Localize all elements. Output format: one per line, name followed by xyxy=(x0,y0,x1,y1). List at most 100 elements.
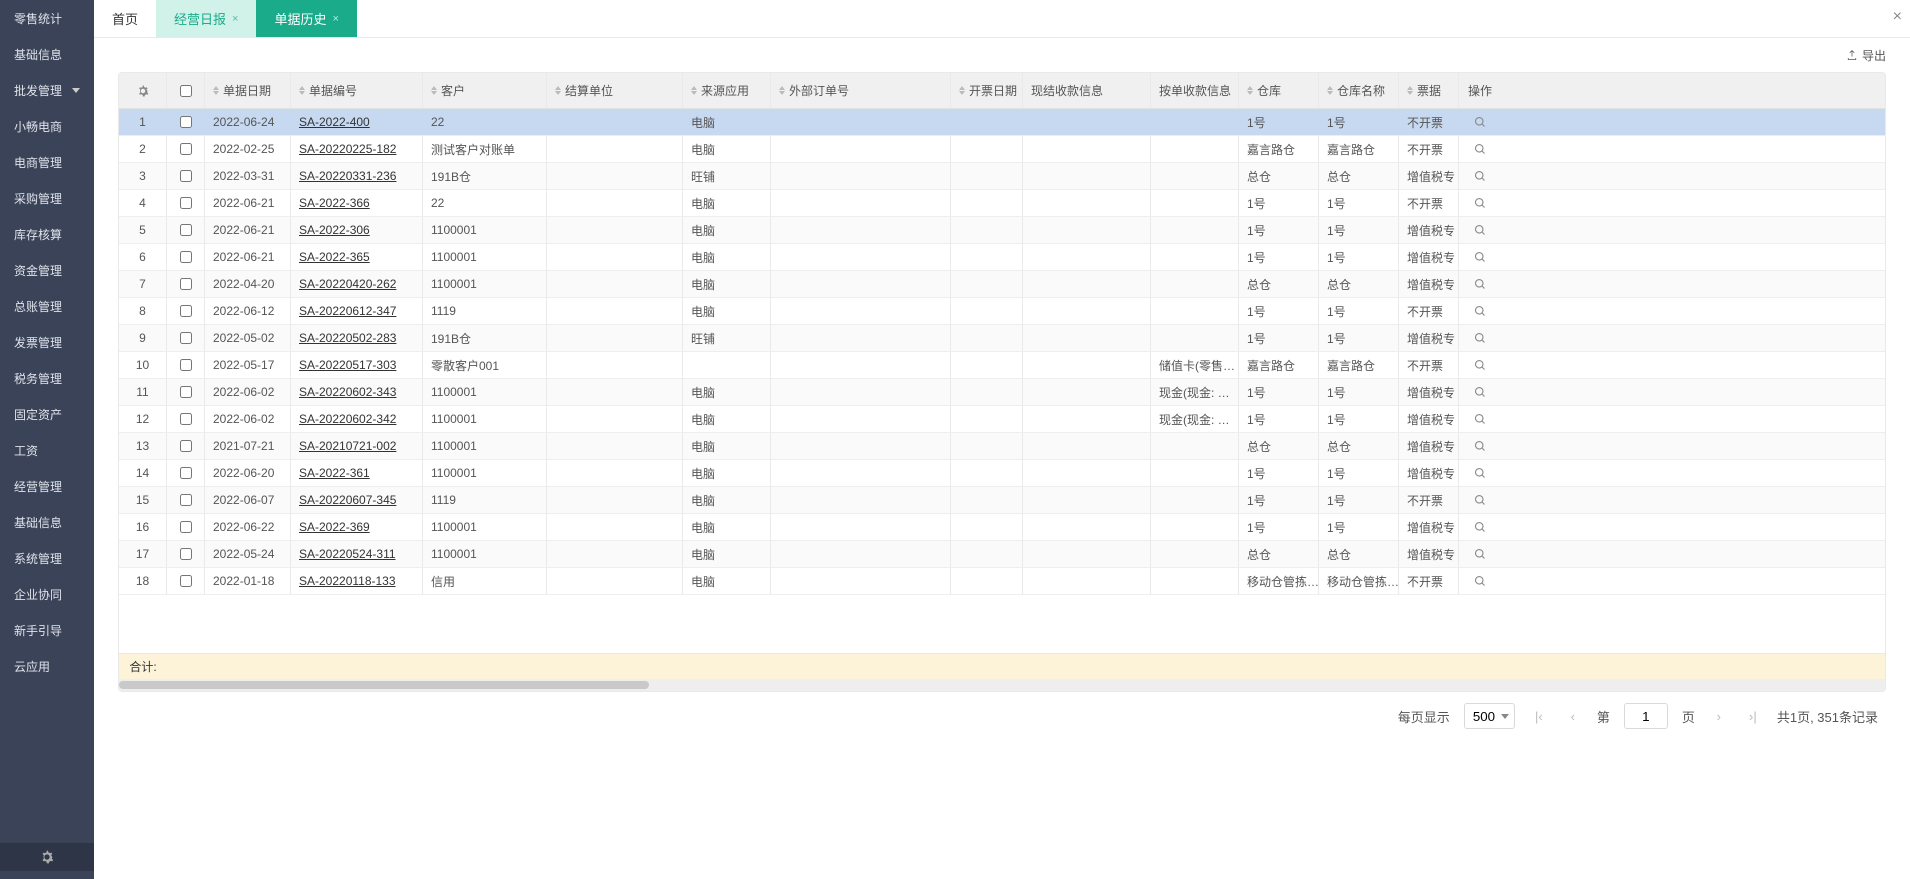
col-invoice[interactable]: 票据 xyxy=(1399,73,1459,108)
sidebar-item[interactable]: 工资 xyxy=(0,432,94,468)
row-checkbox-cell[interactable] xyxy=(167,325,205,351)
document-link[interactable]: SA-20210721-002 xyxy=(299,439,396,453)
row-checkbox[interactable] xyxy=(180,251,192,263)
row-checkbox-cell[interactable] xyxy=(167,487,205,513)
table-row[interactable]: 62022-06-21SA-2022-3651100001电脑1号1号增值税专 xyxy=(119,244,1885,271)
row-checkbox[interactable] xyxy=(180,143,192,155)
row-checkbox-cell[interactable] xyxy=(167,109,205,135)
document-link[interactable]: SA-2022-361 xyxy=(299,466,370,480)
row-action[interactable] xyxy=(1459,298,1501,324)
table-row[interactable]: 32022-03-31SA-20220331-236191B仓旺铺总仓总仓增值税… xyxy=(119,163,1885,190)
document-link[interactable]: SA-20220602-343 xyxy=(299,385,396,399)
document-link[interactable]: SA-2022-400 xyxy=(299,115,370,129)
first-page-button[interactable]: |‹ xyxy=(1529,706,1549,726)
row-checkbox[interactable] xyxy=(180,278,192,290)
row-action[interactable] xyxy=(1459,541,1501,567)
table-row[interactable]: 152022-06-07SA-20220607-3451119电脑1号1号不开票 xyxy=(119,487,1885,514)
settings-column-header[interactable] xyxy=(119,73,167,108)
row-checkbox[interactable] xyxy=(180,224,192,236)
sidebar-item[interactable]: 批发管理 xyxy=(0,72,94,108)
row-action[interactable] xyxy=(1459,379,1501,405)
sidebar-item[interactable]: 资金管理 xyxy=(0,252,94,288)
prev-page-button[interactable]: ‹ xyxy=(1563,706,1583,726)
table-row[interactable]: 172022-05-24SA-20220524-3111100001电脑总仓总仓… xyxy=(119,541,1885,568)
col-external-order[interactable]: 外部订单号 xyxy=(771,73,951,108)
col-document-number[interactable]: 单据编号 xyxy=(291,73,423,108)
sidebar-item[interactable]: 电商管理 xyxy=(0,144,94,180)
sidebar-item[interactable]: 新手引导 xyxy=(0,612,94,648)
table-row[interactable]: 22022-02-25SA-20220225-182测试客户对账单电脑嘉言路仓嘉… xyxy=(119,136,1885,163)
row-checkbox-cell[interactable] xyxy=(167,433,205,459)
row-checkbox-cell[interactable] xyxy=(167,379,205,405)
sidebar-settings[interactable] xyxy=(0,843,94,871)
row-checkbox-cell[interactable] xyxy=(167,244,205,270)
row-checkbox[interactable] xyxy=(180,413,192,425)
row-action[interactable] xyxy=(1459,136,1501,162)
row-action[interactable] xyxy=(1459,163,1501,189)
table-row[interactable]: 142022-06-20SA-2022-3611100001电脑1号1号增值税专 xyxy=(119,460,1885,487)
row-action[interactable] xyxy=(1459,325,1501,351)
document-link[interactable]: SA-2022-369 xyxy=(299,520,370,534)
row-checkbox-cell[interactable] xyxy=(167,298,205,324)
sidebar-item[interactable]: 采购管理 xyxy=(0,180,94,216)
document-link[interactable]: SA-20220502-283 xyxy=(299,331,396,345)
row-checkbox-cell[interactable] xyxy=(167,217,205,243)
row-checkbox[interactable] xyxy=(180,386,192,398)
row-checkbox[interactable] xyxy=(180,332,192,344)
col-by-order-info[interactable]: 按单收款信息 xyxy=(1151,73,1239,108)
document-link[interactable]: SA-20220612-347 xyxy=(299,304,396,318)
table-row[interactable]: 182022-01-18SA-20220118-133信用电脑移动仓管拣…移动仓… xyxy=(119,568,1885,595)
table-row[interactable]: 52022-06-21SA-2022-3061100001电脑1号1号增值税专 xyxy=(119,217,1885,244)
tab-document-history[interactable]: 单据历史 × xyxy=(256,0,356,37)
document-link[interactable]: SA-20220420-262 xyxy=(299,277,396,291)
row-action[interactable] xyxy=(1459,271,1501,297)
col-warehouse-name[interactable]: 仓库名称 xyxy=(1319,73,1399,108)
row-checkbox[interactable] xyxy=(180,116,192,128)
col-document-date[interactable]: 单据日期 xyxy=(205,73,291,108)
row-checkbox[interactable] xyxy=(180,197,192,209)
row-checkbox-cell[interactable] xyxy=(167,352,205,378)
table-row[interactable]: 112022-06-02SA-20220602-3431100001电脑现金(现… xyxy=(119,379,1885,406)
table-row[interactable]: 72022-04-20SA-20220420-2621100001电脑总仓总仓增… xyxy=(119,271,1885,298)
sidebar-item[interactable]: 系统管理 xyxy=(0,540,94,576)
sidebar-item[interactable]: 小畅电商 xyxy=(0,108,94,144)
col-warehouse[interactable]: 仓库 xyxy=(1239,73,1319,108)
page-size-select-wrap[interactable]: 500 xyxy=(1464,703,1515,729)
document-link[interactable]: SA-20220607-345 xyxy=(299,493,396,507)
tab-home[interactable]: 首页 xyxy=(94,0,156,37)
sidebar-item[interactable]: 税务管理 xyxy=(0,360,94,396)
row-checkbox[interactable] xyxy=(180,521,192,533)
document-link[interactable]: SA-20220118-133 xyxy=(299,574,396,588)
table-row[interactable]: 92022-05-02SA-20220502-283191B仓旺铺1号1号增值税… xyxy=(119,325,1885,352)
col-billing-date[interactable]: 开票日期 xyxy=(951,73,1023,108)
page-input[interactable] xyxy=(1624,703,1668,729)
document-link[interactable]: SA-20220331-236 xyxy=(299,169,396,183)
export-button[interactable]: 导出 xyxy=(1846,47,1886,64)
sidebar-item[interactable]: 企业协同 xyxy=(0,576,94,612)
row-checkbox-cell[interactable] xyxy=(167,406,205,432)
row-action[interactable] xyxy=(1459,514,1501,540)
row-action[interactable] xyxy=(1459,406,1501,432)
horizontal-scrollbar[interactable] xyxy=(119,679,1885,691)
col-customer[interactable]: 客户 xyxy=(423,73,547,108)
table-row[interactable]: 132021-07-21SA-20210721-0021100001电脑总仓总仓… xyxy=(119,433,1885,460)
col-settlement-unit[interactable]: 结算单位 xyxy=(547,73,683,108)
row-checkbox[interactable] xyxy=(180,548,192,560)
col-source-app[interactable]: 来源应用 xyxy=(683,73,771,108)
sidebar-item[interactable]: 基础信息 xyxy=(0,504,94,540)
row-checkbox[interactable] xyxy=(180,170,192,182)
sidebar-item[interactable]: 零售统计 xyxy=(0,0,94,36)
last-page-button[interactable]: ›| xyxy=(1743,706,1763,726)
document-link[interactable]: SA-20220602-342 xyxy=(299,412,396,426)
select-all-header[interactable] xyxy=(167,73,205,108)
row-checkbox-cell[interactable] xyxy=(167,514,205,540)
table-row[interactable]: 102022-05-17SA-20220517-303零散客户001储值卡(零售… xyxy=(119,352,1885,379)
row-checkbox-cell[interactable] xyxy=(167,163,205,189)
sidebar-item[interactable]: 总账管理 xyxy=(0,288,94,324)
document-link[interactable]: SA-2022-306 xyxy=(299,223,370,237)
table-row[interactable]: 162022-06-22SA-2022-3691100001电脑1号1号增值税专 xyxy=(119,514,1885,541)
sidebar-item[interactable]: 基础信息 xyxy=(0,36,94,72)
document-link[interactable]: SA-2022-365 xyxy=(299,250,370,264)
row-checkbox-cell[interactable] xyxy=(167,190,205,216)
page-size-select[interactable]: 500 xyxy=(1464,703,1515,729)
